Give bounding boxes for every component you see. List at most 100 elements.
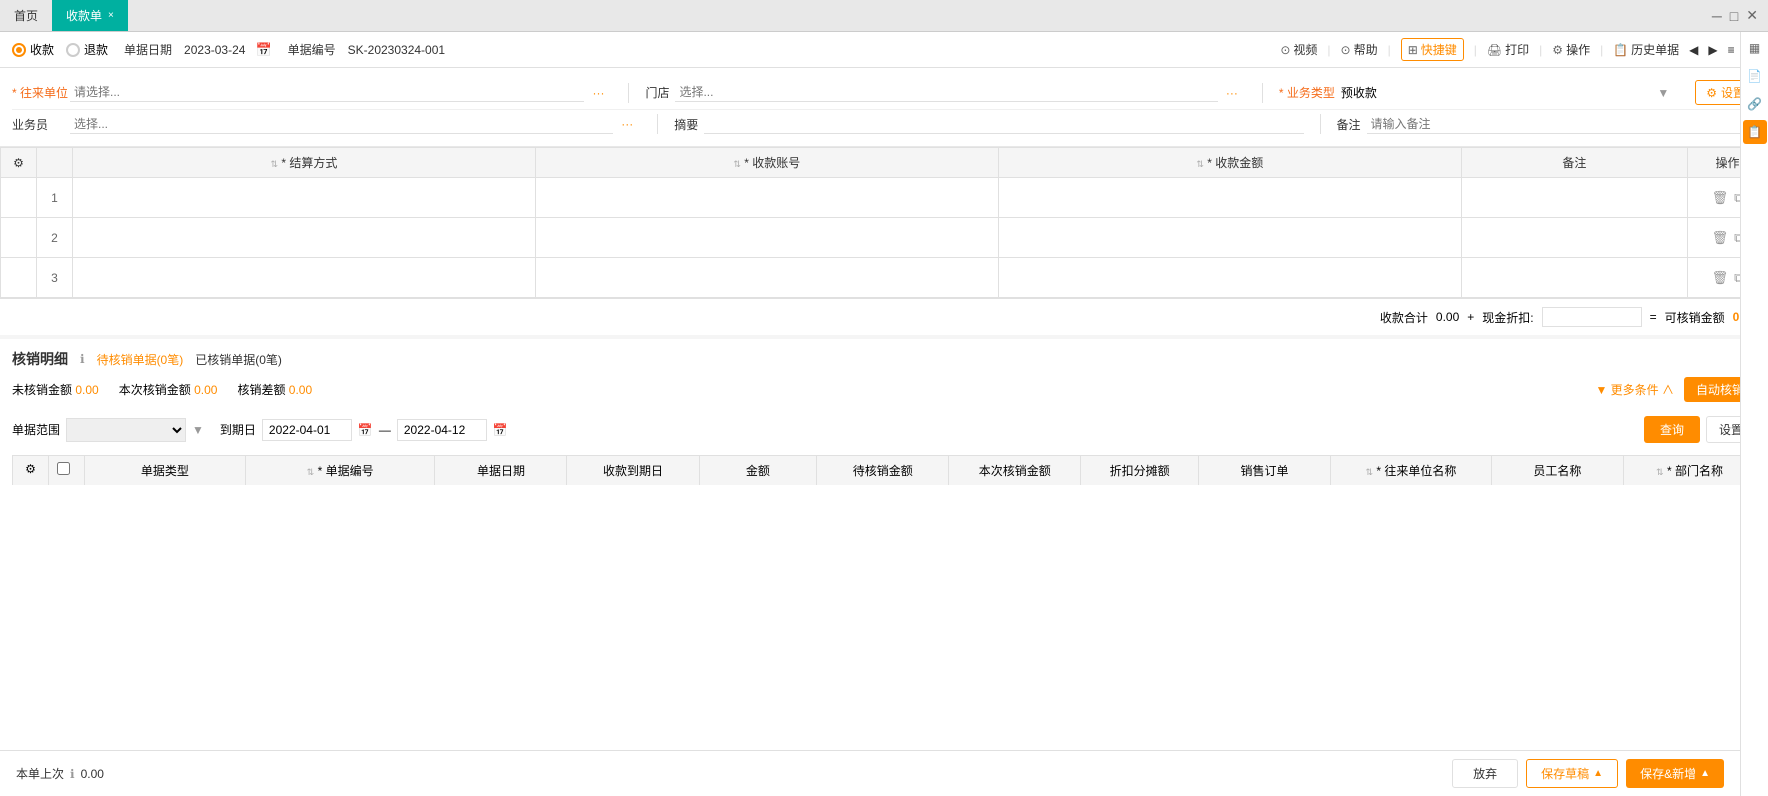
radio-receipt[interactable]: 收款: [12, 41, 54, 58]
table-cell-amount-1[interactable]: [998, 178, 1461, 218]
footer-label: 本单上次: [16, 765, 64, 782]
table-cell-remark-1[interactable]: [1461, 178, 1687, 218]
receipt-type-group: 收款 退款: [12, 41, 108, 58]
next-icon: ▶: [1708, 43, 1717, 57]
prev-btn[interactable]: ◀: [1689, 43, 1698, 57]
salesperson-label: 业务员: [12, 116, 70, 133]
minimize-icon[interactable]: ─: [1712, 8, 1722, 24]
delete-icon-3[interactable]: 🗑: [1712, 270, 1729, 286]
remark-input[interactable]: [1367, 115, 1757, 134]
sep3: |: [1474, 43, 1477, 57]
table-settings-icon[interactable]: ⚙: [13, 156, 24, 170]
maximize-icon[interactable]: □: [1730, 8, 1738, 24]
sidebar-icon-link[interactable]: 🔗: [1743, 92, 1767, 116]
table-col-settings[interactable]: ⚙: [1, 148, 37, 178]
table-cell-payment-2[interactable]: [73, 218, 536, 258]
table-cell-remark-3[interactable]: [1461, 258, 1687, 298]
date-cal-icon2[interactable]: 📅: [493, 423, 508, 437]
more-conditions-btn[interactable]: ▼ 更多条件 ∧: [1595, 381, 1674, 398]
next-btn[interactable]: ▶: [1708, 43, 1717, 57]
main-content: 收款 退款 单据日期 2023-03-24 📅 单据编号 SK-20230324…: [0, 32, 1768, 796]
table-cell-account-3[interactable]: [535, 258, 998, 298]
delete-icon-1[interactable]: 🗑: [1712, 190, 1729, 206]
table-row: 3 🗑 ⧉: [1, 258, 1768, 298]
history-icon: 📋: [1613, 43, 1628, 57]
table-col-amount: ⇅ * 收款金额: [998, 148, 1461, 178]
shortcut-icon: ⊞: [1408, 43, 1418, 57]
print-btn[interactable]: 🖨 打印: [1487, 41, 1529, 58]
table-cell-num-3: 3: [37, 258, 73, 298]
salesperson-more-icon[interactable]: ···: [621, 117, 633, 131]
close-icon[interactable]: ✕: [1746, 7, 1758, 24]
bt-col-type: 单据类型: [85, 456, 246, 485]
bt-col-checkbox[interactable]: [49, 456, 85, 485]
table-row: 1 🗑 ⧉: [1, 178, 1768, 218]
reconcile-info-icon[interactable]: ℹ: [80, 352, 85, 366]
table-cell-settings-1: [1, 178, 37, 218]
date-cal-icon1[interactable]: 📅: [358, 423, 373, 437]
date-label: 到期日: [220, 421, 256, 438]
operation-label: 操作: [1566, 41, 1590, 58]
delete-icon-2[interactable]: 🗑: [1712, 230, 1729, 246]
tab-completed[interactable]: 已核销单据(0笔): [195, 351, 282, 368]
tab-close-icon[interactable]: ×: [108, 10, 114, 21]
sidebar-icon-table[interactable]: ▦: [1743, 36, 1767, 60]
discard-button[interactable]: 放弃: [1452, 759, 1518, 788]
tab-receipt[interactable]: 收款单 ×: [52, 0, 128, 31]
save-new-button[interactable]: 保存&新增 ▲: [1626, 759, 1724, 788]
radio-refund-label: 退款: [84, 41, 108, 58]
table-cell-payment-1[interactable]: [73, 178, 536, 218]
no-label: 单据编号: [288, 41, 336, 58]
sidebar-link-icon: 🔗: [1747, 97, 1762, 111]
sep2: |: [1388, 43, 1391, 57]
stat-diff: 核销差额 0.00: [237, 381, 312, 398]
operation-btn[interactable]: ⚙ 操作: [1552, 41, 1590, 58]
salesperson-input[interactable]: [70, 115, 613, 134]
history-label: 历史单据: [1631, 41, 1679, 58]
table-cell-account-1[interactable]: [535, 178, 998, 218]
bottom-table-header: ⚙ 单据类型 ⇅ * 单据编号 单据日期 收款到期日 金额 待核销金额: [12, 455, 1756, 485]
counterpart-input[interactable]: [70, 83, 584, 102]
table-cell-amount-2[interactable]: [998, 218, 1461, 258]
table-cell-amount-3[interactable]: [998, 258, 1461, 298]
bt-col-no: ⇅ * 单据编号: [246, 456, 436, 485]
store-label: 门店: [645, 84, 675, 101]
range-select[interactable]: [66, 418, 186, 442]
tab-bar: 首页 收款单 × ─ □ ✕: [0, 0, 1768, 32]
counterpart-more-icon[interactable]: ···: [592, 86, 604, 100]
biz-type-dropdown-icon[interactable]: ▼: [1657, 86, 1669, 100]
date-calendar-icon[interactable]: 📅: [255, 42, 271, 58]
bt-col-settings[interactable]: ⚙: [13, 456, 49, 485]
radio-refund[interactable]: 退款: [66, 41, 108, 58]
salesperson-field: 业务员 ···: [12, 115, 641, 134]
save-draft-button[interactable]: 保存草稿 ▲: [1526, 759, 1618, 788]
sum-discount-input[interactable]: [1542, 307, 1642, 327]
reconcile-actions: ▼ 更多条件 ∧ 自动核销: [1595, 377, 1756, 402]
query-btn[interactable]: 查询: [1644, 416, 1700, 443]
table-cell-payment-3[interactable]: [73, 258, 536, 298]
biz-type-field: * 业务类型 预收款 ▼: [1279, 82, 1679, 103]
date-to-input[interactable]: [397, 419, 487, 441]
video-btn[interactable]: ⊙ 视频: [1280, 41, 1317, 58]
select-all-checkbox[interactable]: [57, 462, 70, 475]
footer-info-icon[interactable]: ℹ: [70, 767, 75, 781]
date-from-input[interactable]: [262, 419, 352, 441]
summary-input[interactable]: [704, 115, 1303, 134]
range-dropdown-icon[interactable]: ▼: [192, 423, 204, 437]
tab-pending[interactable]: 待核销单据(0笔): [97, 351, 184, 368]
table-cell-remark-2[interactable]: [1461, 218, 1687, 258]
main-table-section: ⚙ ⇅ * 结算方式 ⇅ * 收款账号 ⇅ * 收款金额: [0, 147, 1768, 298]
help-btn[interactable]: ⊙ 帮助: [1341, 41, 1378, 58]
store-input[interactable]: [675, 83, 1217, 102]
tab-home[interactable]: 首页: [0, 0, 52, 31]
history-btn[interactable]: 📋 历史单据: [1613, 41, 1679, 58]
top-toolbar: 收款 退款 单据日期 2023-03-24 📅 单据编号 SK-20230324…: [0, 32, 1768, 68]
date-value: 2023-03-24: [184, 43, 245, 57]
sum-equals: =: [1650, 310, 1657, 324]
store-more-icon[interactable]: ···: [1226, 86, 1238, 100]
shortcut-btn[interactable]: ⊞ 快捷键: [1401, 38, 1464, 61]
sidebar-icon-doc[interactable]: 📄: [1743, 64, 1767, 88]
table-cell-account-2[interactable]: [535, 218, 998, 258]
sidebar-icon-clip[interactable]: 📋: [1743, 120, 1767, 144]
layout1-btn[interactable]: ≡: [1728, 43, 1735, 57]
